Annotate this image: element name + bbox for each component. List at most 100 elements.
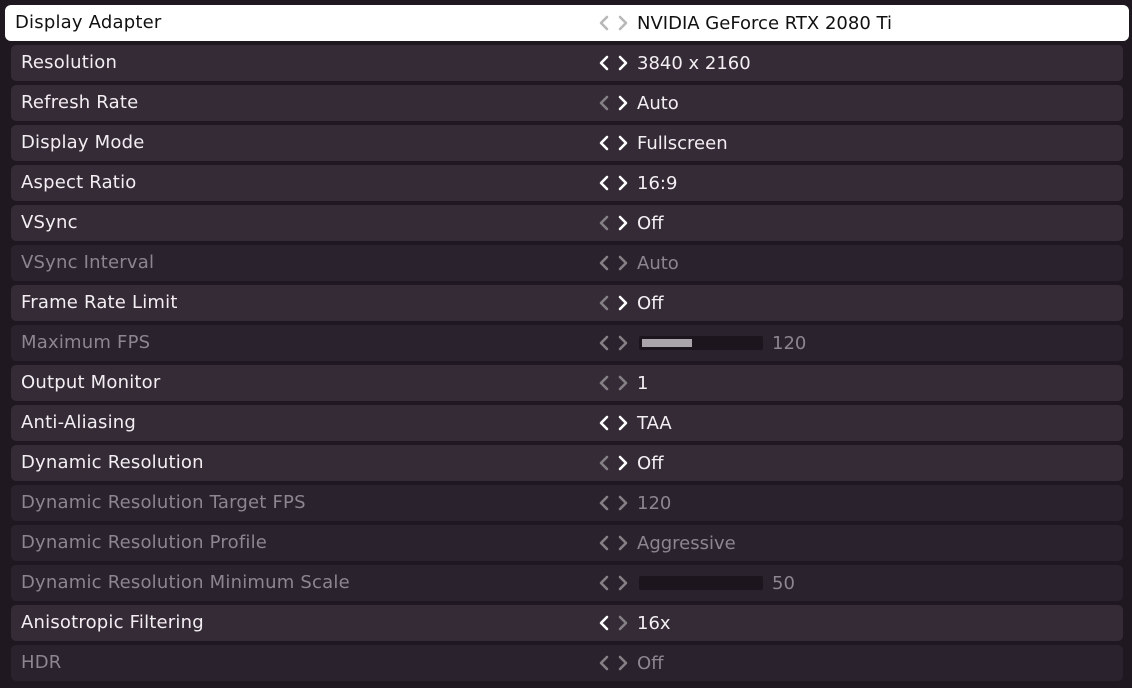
- setting-selector[interactable]: 50: [595, 565, 795, 601]
- setting-label: Dynamic Resolution Profile: [21, 532, 268, 553]
- setting-selector[interactable]: Aggressive: [595, 525, 736, 561]
- setting-label: VSync: [21, 212, 78, 233]
- setting-label: Maximum FPS: [21, 332, 151, 353]
- setting-value: Aggressive: [637, 532, 736, 554]
- chevron-right-icon[interactable]: [613, 85, 631, 121]
- setting-value: Auto: [637, 252, 679, 274]
- setting-label: Dynamic Resolution Target FPS: [21, 492, 306, 513]
- setting-value: 3840 x 2160: [637, 52, 751, 74]
- setting-row-resolution[interactable]: Resolution 3840 x 2160: [11, 45, 1123, 81]
- setting-value: Fullscreen: [637, 132, 728, 154]
- setting-value: 50: [772, 572, 795, 594]
- chevron-right-icon[interactable]: [613, 645, 631, 681]
- setting-label: Dynamic Resolution: [21, 452, 204, 473]
- setting-value: 16x: [637, 612, 671, 634]
- setting-label: Refresh Rate: [21, 92, 139, 113]
- setting-selector[interactable]: Auto: [595, 245, 679, 281]
- chevron-right-icon[interactable]: [613, 525, 631, 561]
- setting-row-output-monitor[interactable]: Output Monitor 1: [11, 365, 1123, 401]
- chevron-left-icon[interactable]: [595, 445, 613, 481]
- setting-row-dynamic-resolution[interactable]: Dynamic Resolution Off: [11, 445, 1123, 481]
- setting-row-refresh-rate[interactable]: Refresh Rate Auto: [11, 85, 1123, 121]
- setting-value: Off: [637, 212, 664, 234]
- chevron-right-icon[interactable]: [613, 485, 631, 521]
- setting-value: Off: [637, 652, 664, 674]
- setting-selector[interactable]: Fullscreen: [595, 125, 728, 161]
- chevron-right-icon[interactable]: [613, 165, 631, 201]
- setting-value: 120: [772, 332, 807, 354]
- setting-row-dynamic-resolution-target-fps[interactable]: Dynamic Resolution Target FPS 120: [11, 485, 1123, 521]
- chevron-right-icon[interactable]: [613, 245, 631, 281]
- chevron-right-icon[interactable]: [613, 125, 631, 161]
- setting-row-vsync-interval[interactable]: VSync Interval Auto: [11, 245, 1123, 281]
- setting-selector[interactable]: Off: [595, 205, 664, 241]
- setting-row-aspect-ratio[interactable]: Aspect Ratio 16:9: [11, 165, 1123, 201]
- chevron-left-icon[interactable]: [595, 285, 613, 321]
- setting-selector[interactable]: Off: [595, 285, 664, 321]
- chevron-left-icon[interactable]: [595, 205, 613, 241]
- chevron-left-icon[interactable]: [595, 565, 613, 601]
- setting-label: Display Mode: [21, 132, 145, 153]
- setting-label: Dynamic Resolution Minimum Scale: [21, 572, 350, 593]
- setting-value: Off: [637, 292, 664, 314]
- setting-selector[interactable]: Off: [595, 445, 664, 481]
- setting-label: Output Monitor: [21, 372, 161, 393]
- setting-row-display-mode[interactable]: Display Mode Fullscreen: [11, 125, 1123, 161]
- setting-row-display-adapter[interactable]: Display Adapter NVIDIA GeForce RTX 2080 T…: [5, 5, 1129, 41]
- graphics-settings-list: Display Adapter NVIDIA GeForce RTX 2080 T…: [0, 0, 1132, 688]
- chevron-left-icon[interactable]: [595, 165, 613, 201]
- setting-selector[interactable]: 120: [595, 485, 671, 521]
- setting-row-dynamic-resolution-minimum-scale[interactable]: Dynamic Resolution Minimum Scale 50: [11, 565, 1123, 601]
- chevron-right-icon[interactable]: [613, 565, 631, 601]
- setting-selector[interactable]: 120: [595, 325, 806, 361]
- chevron-left-icon[interactable]: [595, 525, 613, 561]
- chevron-right-icon[interactable]: [613, 445, 631, 481]
- setting-selector[interactable]: 16:9: [595, 165, 677, 201]
- chevron-left-icon[interactable]: [595, 645, 613, 681]
- chevron-right-icon[interactable]: [613, 205, 631, 241]
- slider-fill: [642, 339, 692, 347]
- setting-label: HDR: [21, 652, 62, 673]
- chevron-left-icon[interactable]: [595, 5, 613, 41]
- chevron-right-icon[interactable]: [613, 365, 631, 401]
- setting-value: Auto: [637, 92, 679, 114]
- setting-row-anti-aliasing[interactable]: Anti-Aliasing TAA: [11, 405, 1123, 441]
- chevron-right-icon[interactable]: [613, 325, 631, 361]
- chevron-right-icon[interactable]: [613, 605, 631, 641]
- setting-selector[interactable]: 3840 x 2160: [595, 45, 751, 81]
- setting-value: 16:9: [637, 172, 678, 194]
- chevron-left-icon[interactable]: [595, 405, 613, 441]
- setting-selector[interactable]: 1: [595, 365, 648, 401]
- setting-row-frame-rate-limit[interactable]: Frame Rate Limit Off: [11, 285, 1123, 321]
- chevron-left-icon[interactable]: [595, 245, 613, 281]
- chevron-right-icon[interactable]: [613, 285, 631, 321]
- chevron-right-icon[interactable]: [613, 45, 631, 81]
- setting-row-hdr[interactable]: HDR Off: [11, 645, 1123, 681]
- setting-row-anisotropic-filtering[interactable]: Anisotropic Filtering 16x: [11, 605, 1123, 641]
- chevron-left-icon[interactable]: [595, 125, 613, 161]
- setting-label: Display Adapter: [15, 12, 162, 33]
- setting-label: Resolution: [21, 52, 118, 73]
- setting-selector[interactable]: NVIDIA GeForce RTX 2080 Ti: [595, 5, 892, 41]
- setting-slider[interactable]: [639, 576, 763, 590]
- chevron-right-icon[interactable]: [613, 5, 631, 41]
- setting-row-dynamic-resolution-profile[interactable]: Dynamic Resolution Profile Aggressive: [11, 525, 1123, 561]
- setting-row-vsync[interactable]: VSync Off: [11, 205, 1123, 241]
- chevron-left-icon[interactable]: [595, 85, 613, 121]
- setting-selector[interactable]: 16x: [595, 605, 671, 641]
- setting-value: 120: [637, 492, 672, 514]
- chevron-left-icon[interactable]: [595, 325, 613, 361]
- setting-selector[interactable]: Off: [595, 645, 664, 681]
- chevron-left-icon[interactable]: [595, 365, 613, 401]
- setting-selector[interactable]: TAA: [595, 405, 672, 441]
- chevron-left-icon[interactable]: [595, 605, 613, 641]
- setting-label: Anti-Aliasing: [21, 412, 137, 433]
- chevron-left-icon[interactable]: [595, 485, 613, 521]
- setting-label: Aspect Ratio: [21, 172, 137, 193]
- chevron-left-icon[interactable]: [595, 45, 613, 81]
- setting-selector[interactable]: Auto: [595, 85, 679, 121]
- setting-value: 1: [637, 372, 649, 394]
- setting-slider[interactable]: [639, 336, 763, 350]
- chevron-right-icon[interactable]: [613, 405, 631, 441]
- setting-row-maximum-fps[interactable]: Maximum FPS 120: [11, 325, 1123, 361]
